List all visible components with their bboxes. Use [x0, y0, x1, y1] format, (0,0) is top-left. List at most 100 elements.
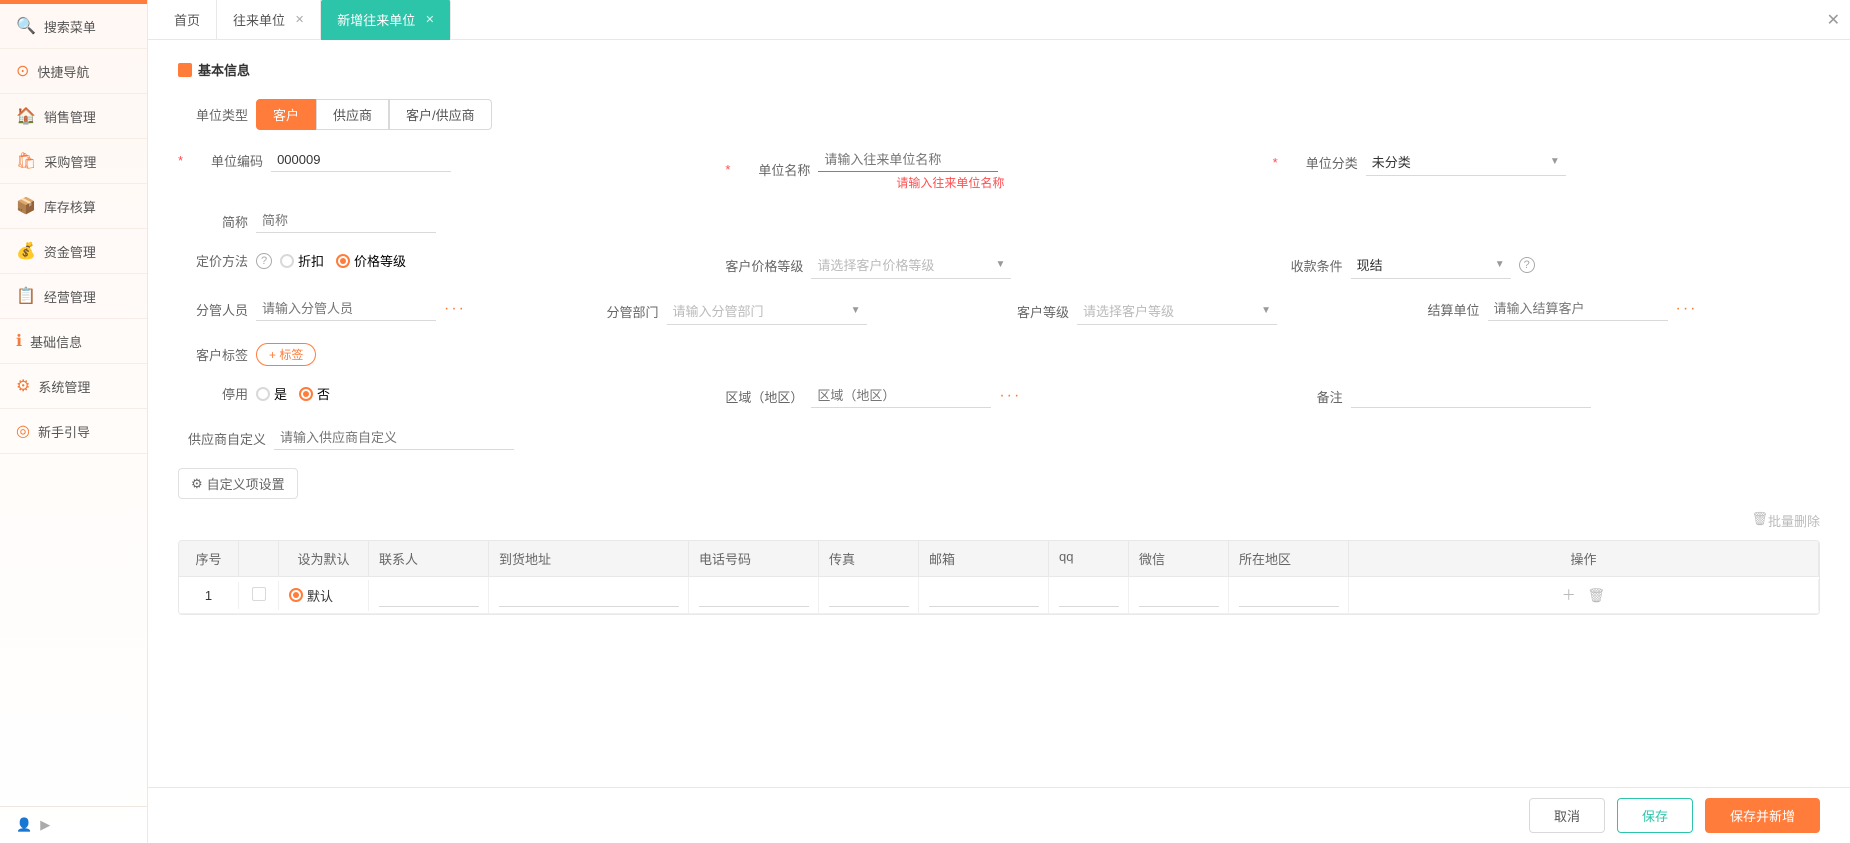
unit-name-input[interactable]	[818, 148, 998, 172]
tab-new-unit-label: 新增往来单位	[337, 10, 415, 29]
sidebar-item-finance[interactable]: 💰 资金管理	[0, 229, 147, 274]
th-phone: 电话号码	[689, 541, 819, 576]
table-row: 1 默认	[179, 577, 1819, 614]
pricing-row: 定价方法 ? 折扣 价格等级 客户价格等级 请选择客户价格等级	[178, 251, 1820, 279]
short-name-label: 简称	[178, 212, 248, 231]
unit-type-supplier[interactable]: 供应商	[316, 99, 389, 130]
sidebar-item-system[interactable]: ⚙ 系统管理	[0, 364, 147, 409]
manager-more-btn[interactable]: ···	[444, 300, 466, 318]
customer-price-placeholder: 请选择客户价格等级	[817, 255, 991, 274]
dept-placeholder: 请输入分管部门	[673, 301, 847, 320]
sidebar-item-quick-nav[interactable]: ⊙ 快捷导航	[0, 49, 147, 94]
qq-input-1[interactable]	[1059, 583, 1119, 607]
tag-label: 客户标签	[178, 345, 248, 364]
cancel-button[interactable]: 取消	[1529, 798, 1605, 833]
delete-row-icon[interactable]: 🗑	[1587, 587, 1605, 603]
customer-level-select[interactable]: 请选择客户等级 ▼	[1077, 297, 1277, 325]
region-more-btn[interactable]: ···	[999, 387, 1021, 405]
sidebar-item-operations[interactable]: 📋 经营管理	[0, 274, 147, 319]
unit-code-label: 单位编码	[193, 151, 263, 170]
short-name-input[interactable]	[256, 209, 436, 233]
disable-yes-circle	[256, 387, 270, 401]
supplier-custom-input[interactable]	[274, 426, 514, 450]
pricing-label: 定价方法	[178, 251, 248, 270]
manager-input[interactable]	[256, 297, 436, 321]
dept-select[interactable]: 请输入分管部门 ▼	[667, 297, 867, 325]
sidebar-basicinfo-label: 基础信息	[30, 332, 82, 351]
dept-arrow: ▼	[851, 305, 861, 316]
user-icon: 👤	[16, 817, 32, 833]
default-radio-1[interactable]: 默认	[289, 586, 358, 605]
tab-unit-list[interactable]: 往来单位 ✕	[217, 0, 321, 40]
batch-delete-icon: 🗑	[1751, 511, 1768, 530]
td-weixin-1	[1129, 577, 1229, 613]
region-input[interactable]	[811, 384, 991, 408]
sidebar-item-basicinfo[interactable]: ℹ 基础信息	[0, 319, 147, 364]
unit-type-customer[interactable]: 客户	[256, 99, 316, 130]
sidebar-item-inventory[interactable]: 📦 库存核算	[0, 184, 147, 229]
settlement-input[interactable]	[1488, 297, 1668, 321]
sidebar-item-guide[interactable]: ◎ 新手引导	[0, 409, 147, 454]
custom-settings-gear-icon: ⚙	[191, 476, 203, 492]
unit-code-field: * 单位编码	[178, 148, 725, 172]
manager-field: 分管人员 ···	[178, 297, 589, 321]
email-input-1[interactable]	[929, 583, 1039, 607]
th-email: 邮箱	[919, 541, 1049, 576]
td-default-1: 默认	[279, 580, 369, 611]
pricing-help-icon[interactable]: ?	[256, 253, 272, 269]
disable-region-row: 停用 是 否 区域（地区） ··· 备注	[178, 384, 1820, 408]
add-row-icon[interactable]: ＋	[1562, 587, 1576, 603]
sidebar-item-search[interactable]: 🔍 搜索菜单	[0, 4, 147, 49]
phone-input-1[interactable]	[699, 583, 809, 607]
tab-unit-list-close[interactable]: ✕	[295, 13, 304, 26]
manager-row: 分管人员 ··· 分管部门 请输入分管部门 ▼ 客户等级 请选择客户等级 ▼ 结…	[178, 297, 1820, 325]
short-name-field: 简称	[178, 209, 1820, 233]
customer-price-field: 客户价格等级 请选择客户价格等级 ▼	[725, 251, 1272, 279]
disable-yes-radio[interactable]: 是	[256, 384, 287, 403]
unit-category-select[interactable]: 未分类 ▼	[1366, 148, 1566, 176]
batch-delete-btn[interactable]: 🗑 批量删除	[178, 511, 1820, 530]
pricing-grade-radio[interactable]: 价格等级	[336, 251, 406, 270]
row-checkbox-1[interactable]	[252, 587, 266, 601]
th-weixin: 微信	[1129, 541, 1229, 576]
td-qq-1	[1049, 577, 1129, 613]
sidebar-item-sales[interactable]: 🏠 销售管理	[0, 94, 147, 139]
address-input-1[interactable]	[499, 583, 679, 607]
unit-code-input[interactable]	[271, 148, 451, 172]
unit-type-both[interactable]: 客户/供应商	[389, 99, 492, 130]
tab-home[interactable]: 首页	[158, 0, 217, 40]
sidebar-operations-label: 经营管理	[44, 287, 96, 306]
disable-no-label: 否	[317, 384, 330, 403]
pricing-discount-label: 折扣	[298, 251, 324, 270]
save-and-new-button[interactable]: 保存并新增	[1705, 798, 1820, 833]
region-table-input-1[interactable]	[1239, 583, 1339, 607]
add-tag-button[interactable]: + 标签	[256, 343, 316, 366]
save-button[interactable]: 保存	[1617, 798, 1693, 833]
payment-help-icon[interactable]: ?	[1519, 257, 1535, 273]
td-phone-1	[689, 577, 819, 613]
custom-settings-btn[interactable]: ⚙ 自定义项设置	[178, 468, 298, 499]
disable-field: 停用 是 否	[178, 384, 725, 403]
fax-input-1[interactable]	[829, 583, 909, 607]
sidebar-item-purchase[interactable]: 🛍 采购管理	[0, 139, 147, 184]
purchase-icon: 🛍	[16, 151, 36, 171]
payment-terms-select[interactable]: 现结 ▼	[1351, 251, 1511, 279]
contact-input-1[interactable]	[379, 583, 479, 607]
settlement-more-btn[interactable]: ···	[1676, 300, 1698, 318]
manager-label: 分管人员	[178, 300, 248, 319]
customer-price-select[interactable]: 请选择客户价格等级 ▼	[811, 251, 1011, 279]
tab-bar-close-all[interactable]: ✕	[1827, 10, 1840, 30]
tab-new-unit[interactable]: 新增往来单位 ✕	[321, 0, 451, 40]
weixin-input-1[interactable]	[1139, 583, 1219, 607]
payment-terms-arrow: ▼	[1495, 259, 1505, 270]
td-check-1	[239, 581, 279, 610]
th-seq: 序号	[179, 541, 239, 576]
operations-icon: 📋	[16, 286, 36, 306]
settlement-label: 结算单位	[1410, 300, 1480, 319]
pricing-discount-radio[interactable]: 折扣	[280, 251, 324, 270]
sidebar-bottom: 👤 ▶	[0, 806, 147, 843]
tab-new-unit-close[interactable]: ✕	[425, 13, 434, 26]
customer-price-arrow: ▼	[995, 259, 1005, 270]
remark-input[interactable]	[1351, 384, 1591, 408]
disable-no-radio[interactable]: 否	[299, 384, 330, 403]
